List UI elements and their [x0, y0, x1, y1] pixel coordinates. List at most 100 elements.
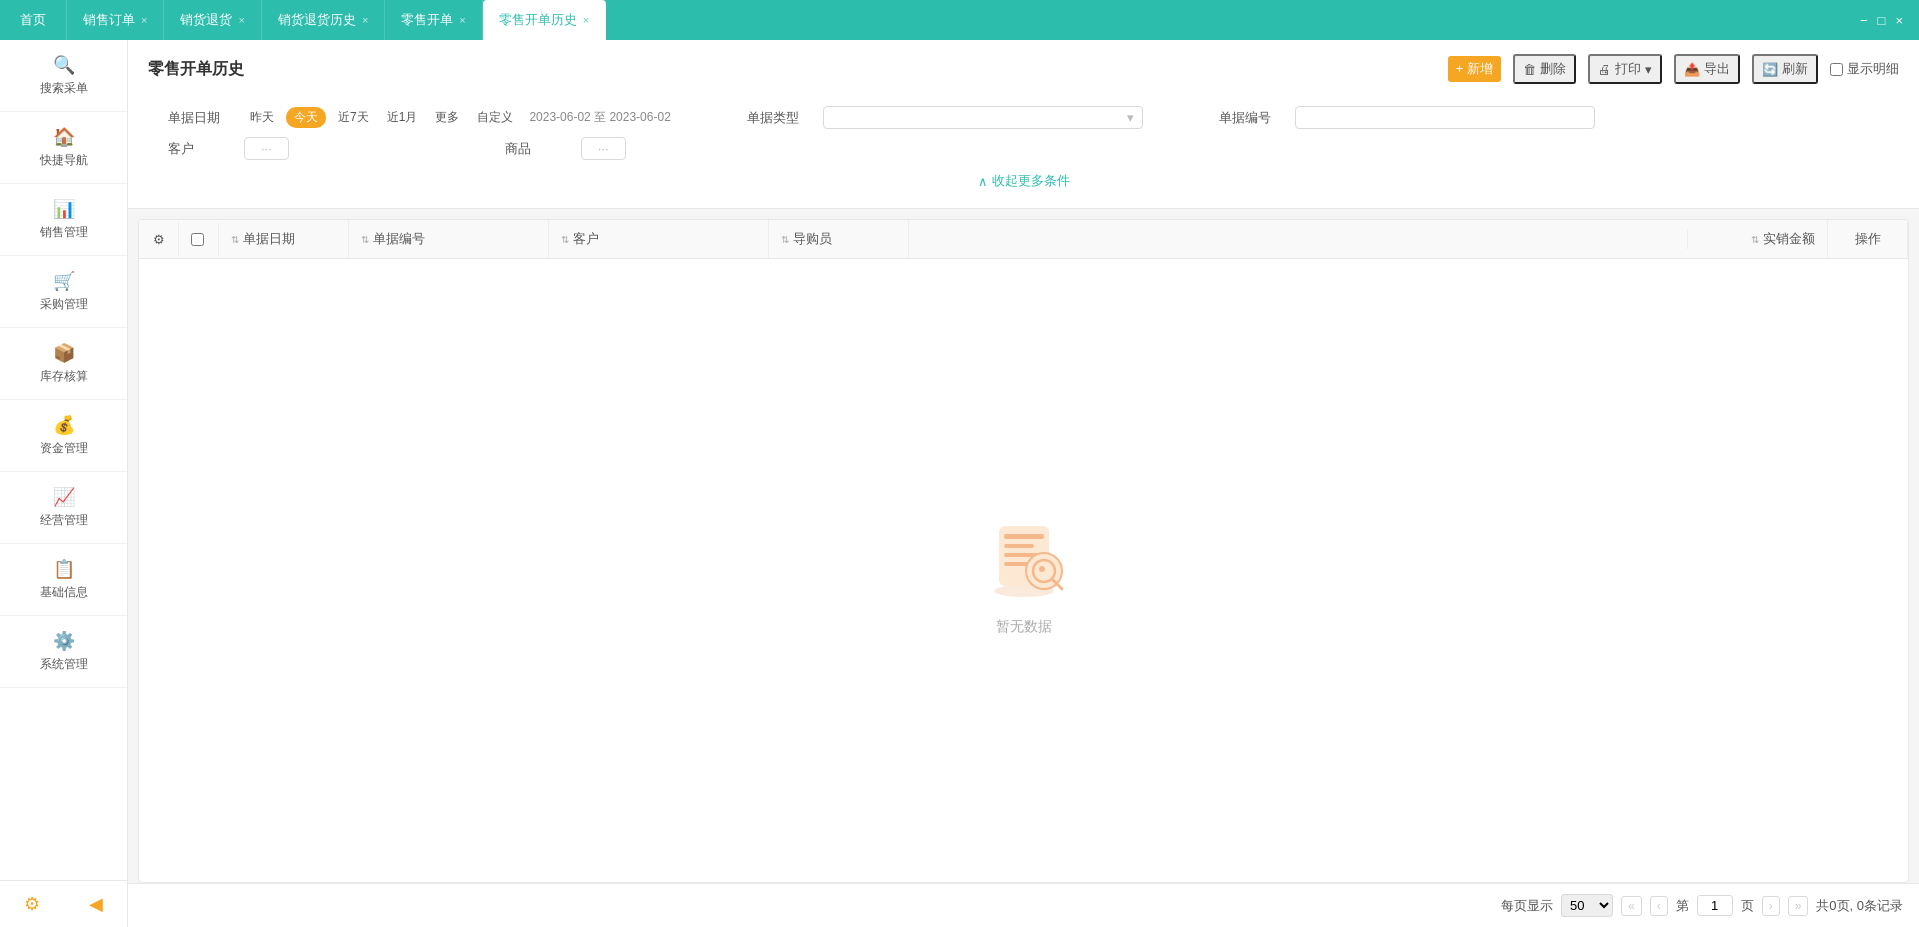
- delete-icon: 🗑: [1523, 62, 1536, 77]
- tab-close-retail-open-history[interactable]: ×: [583, 14, 589, 26]
- delete-button[interactable]: 🗑 删除: [1513, 54, 1576, 84]
- sidebar-item-basic[interactable]: 📋 基础信息: [0, 544, 127, 616]
- sidebar-item-finance[interactable]: 💰 资金管理: [0, 400, 127, 472]
- type-filter-dropdown-icon: ▾: [1127, 110, 1134, 125]
- sidebar-bottom: ⚙ ◀: [0, 880, 127, 927]
- page-header: 零售开单历史 + 新增 🗑 删除 🖨 打印 ▾ 📤 导出: [128, 40, 1919, 209]
- date-filter-label: 单据日期: [168, 109, 228, 127]
- tab-close-retail-open[interactable]: ×: [459, 14, 465, 26]
- date-btn-more[interactable]: 更多: [429, 107, 465, 128]
- empty-text: 暂无数据: [996, 618, 1052, 636]
- print-dropdown-icon: ▾: [1645, 62, 1652, 77]
- sidebar-item-system[interactable]: ⚙️ 系统管理: [0, 616, 127, 688]
- top-bar: 首页销售订单×销货退货×销货退货历史×零售开单×零售开单历史× − □ ×: [0, 0, 1919, 40]
- th-checkbox-col: [179, 223, 219, 256]
- sidebar: 🔍 搜索采单 🏠 快捷导航 📊 销售管理 🛒 采购管理 📦 库存核算 💰 资金管…: [0, 40, 128, 927]
- add-button[interactable]: + 新增: [1448, 56, 1501, 82]
- th-amount: ⇅ 实销金额: [1688, 220, 1828, 258]
- sidebar-label-purchase: 采购管理: [40, 296, 88, 313]
- sidebar-collapse-icon[interactable]: ◀: [89, 893, 103, 915]
- table-header: ⚙ ⇅ 单据日期 ⇅ 单据编号 ⇅ 客户 ⇅: [139, 220, 1908, 259]
- prev-page-btn[interactable]: ‹: [1650, 896, 1668, 916]
- window-max-btn[interactable]: □: [1878, 13, 1886, 28]
- sidebar-icon-inventory: 📦: [53, 342, 75, 364]
- select-all-checkbox[interactable]: [191, 233, 204, 246]
- sidebar-label-sales: 销售管理: [40, 224, 88, 241]
- refresh-icon: 🔄: [1762, 62, 1778, 77]
- th-sort-icon[interactable]: ⇅: [231, 234, 239, 245]
- date-btn-1month[interactable]: 近1月: [381, 107, 424, 128]
- filter-area: 单据日期 昨天 今天 近7天 近1月 更多 自定义 2023-06-02 至 2…: [148, 96, 1899, 208]
- window-close-btn[interactable]: ×: [1895, 13, 1903, 28]
- th-sort-icon-4[interactable]: ⇅: [781, 234, 789, 245]
- sidebar-item-search[interactable]: 🔍 搜索采单: [0, 40, 127, 112]
- svg-rect-5: [1004, 562, 1029, 566]
- sidebar-label-system: 系统管理: [40, 656, 88, 673]
- sidebar-icon-nav: 🏠: [53, 126, 75, 148]
- tab-retail-open-history[interactable]: 零售开单历史×: [483, 0, 606, 40]
- page-label: 第: [1676, 897, 1689, 915]
- customer-filter-select[interactable]: ···: [244, 137, 289, 160]
- th-sort-icon-5[interactable]: ⇅: [1751, 234, 1759, 245]
- date-btn-today[interactable]: 今天: [286, 107, 326, 128]
- tab-sales-return-history[interactable]: 销货退货历史×: [262, 0, 385, 40]
- sidebar-item-inventory[interactable]: 📦 库存核算: [0, 328, 127, 400]
- sidebar-item-nav[interactable]: 🏠 快捷导航: [0, 112, 127, 184]
- first-page-btn[interactable]: «: [1621, 896, 1642, 916]
- per-page-label: 每页显示: [1501, 897, 1553, 915]
- per-page-select[interactable]: 50 10 20 100: [1561, 894, 1613, 917]
- display-detail-checkbox[interactable]: [1830, 63, 1843, 76]
- window-min-btn[interactable]: −: [1860, 13, 1868, 28]
- date-btn-7days[interactable]: 近7天: [332, 107, 375, 128]
- th-middle: [909, 229, 1688, 249]
- pagination-bar: 每页显示 50 10 20 100 « ‹ 第 页 › » 共0页, 0条记录: [128, 883, 1919, 927]
- sidebar-settings-icon[interactable]: ⚙: [24, 893, 40, 915]
- display-detail-toggle[interactable]: 显示明细: [1830, 60, 1899, 78]
- page-title-row: 零售开单历史 + 新增 🗑 删除 🖨 打印 ▾ 📤 导出: [148, 54, 1899, 84]
- empty-icon: [974, 506, 1074, 606]
- empty-state: 暂无数据: [139, 259, 1908, 882]
- th-sort-icon-2[interactable]: ⇅: [361, 234, 369, 245]
- tab-close-sales-order[interactable]: ×: [141, 14, 147, 26]
- sidebar-item-sales[interactable]: 📊 销售管理: [0, 184, 127, 256]
- type-filter-select[interactable]: ▾: [823, 106, 1143, 129]
- th-date: ⇅ 单据日期: [219, 220, 349, 258]
- collapse-icon: ∧: [978, 174, 988, 189]
- page-title: 零售开单历史: [148, 59, 244, 80]
- sidebar-label-operation: 经营管理: [40, 512, 88, 529]
- page-suffix: 页: [1741, 897, 1754, 915]
- print-button[interactable]: 🖨 打印 ▾: [1588, 54, 1662, 84]
- tab-retail-open[interactable]: 零售开单×: [385, 0, 482, 40]
- date-btn-custom[interactable]: 自定义: [471, 107, 519, 128]
- tab-home[interactable]: 首页: [0, 0, 67, 40]
- tab-close-sales-return-history[interactable]: ×: [362, 14, 368, 26]
- tab-sales-return[interactable]: 销货退货×: [164, 0, 261, 40]
- refresh-button[interactable]: 🔄 刷新: [1752, 54, 1818, 84]
- number-filter-label: 单据编号: [1219, 109, 1279, 127]
- th-settings[interactable]: ⚙: [139, 222, 179, 257]
- th-number: ⇅ 单据编号: [349, 220, 549, 258]
- page-input[interactable]: [1697, 895, 1733, 916]
- sidebar-label-finance: 资金管理: [40, 440, 88, 457]
- tab-close-sales-return[interactable]: ×: [238, 14, 244, 26]
- sidebar-label-inventory: 库存核算: [40, 368, 88, 385]
- export-button[interactable]: 📤 导出: [1674, 54, 1740, 84]
- collapse-filter-btn[interactable]: ∧ 收起更多条件: [168, 168, 1879, 198]
- number-filter-input[interactable]: [1295, 106, 1595, 129]
- date-btn-yesterday[interactable]: 昨天: [244, 107, 280, 128]
- th-customer: ⇅ 客户: [549, 220, 769, 258]
- last-page-btn[interactable]: »: [1788, 896, 1809, 916]
- sidebar-icon-search: 🔍: [53, 54, 75, 76]
- next-page-btn[interactable]: ›: [1762, 896, 1780, 916]
- th-sort-icon-3[interactable]: ⇅: [561, 234, 569, 245]
- tab-sales-order[interactable]: 销售订单×: [67, 0, 164, 40]
- sidebar-label-nav: 快捷导航: [40, 152, 88, 169]
- sidebar-item-operation[interactable]: 📈 经营管理: [0, 472, 127, 544]
- window-controls: − □ ×: [1844, 13, 1919, 28]
- goods-filter-select[interactable]: ···: [581, 137, 626, 160]
- export-icon: 📤: [1684, 62, 1700, 77]
- svg-point-9: [1039, 566, 1045, 572]
- sidebar-item-purchase[interactable]: 🛒 采购管理: [0, 256, 127, 328]
- type-filter-label: 单据类型: [747, 109, 807, 127]
- sidebar-icon-finance: 💰: [53, 414, 75, 436]
